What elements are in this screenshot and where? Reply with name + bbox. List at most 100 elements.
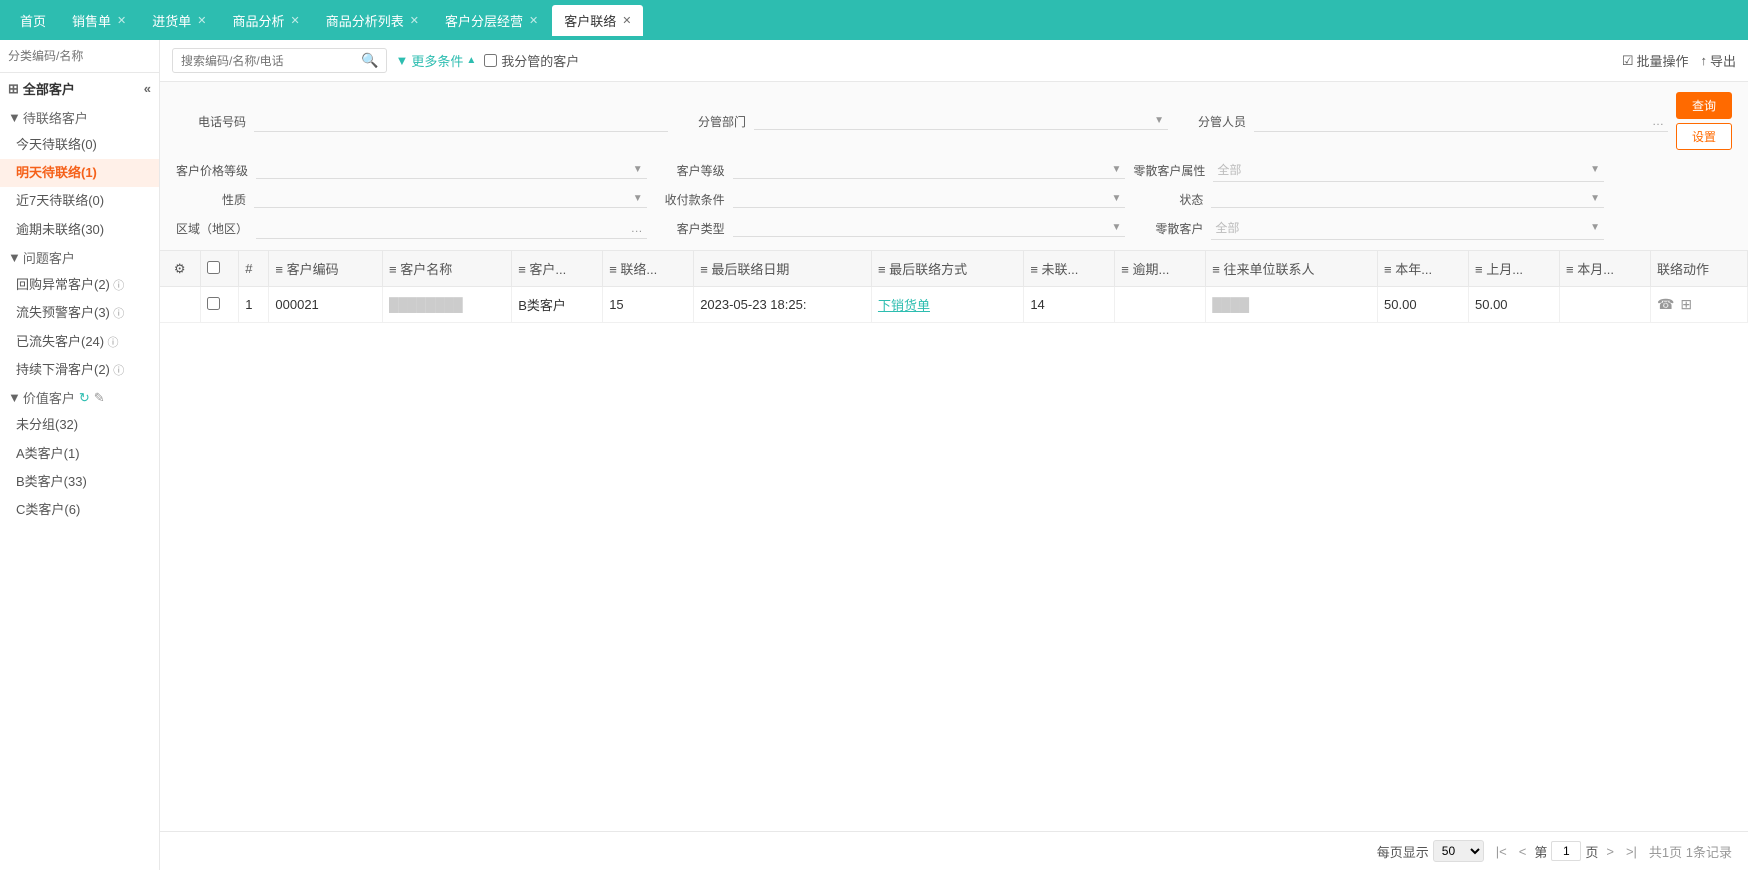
- nav-sales-order[interactable]: 销售单 ✕: [60, 5, 138, 36]
- setting-button[interactable]: 设置: [1676, 123, 1732, 150]
- sidebar-item-churn-warning[interactable]: 流失预警客户(3) ⓘ: [0, 299, 159, 327]
- sidebar-item-declining[interactable]: 持续下滑客户(2) ⓘ: [0, 356, 159, 384]
- retail-attr-select[interactable]: 全部 ▼: [1213, 158, 1604, 182]
- td-uncontacted: 14: [1024, 287, 1115, 323]
- nav-home[interactable]: 首页: [8, 5, 58, 36]
- th-last-contact-method[interactable]: ≡ 最后联络方式: [871, 251, 1023, 287]
- close-icon[interactable]: ✕: [117, 14, 126, 27]
- close-icon[interactable]: ✕: [197, 14, 206, 27]
- th-this-month[interactable]: ≡ 本月...: [1559, 251, 1650, 287]
- sidebar-item-churned[interactable]: 已流失客户(24) ⓘ: [0, 328, 159, 356]
- th-type[interactable]: ≡ 客户...: [512, 251, 603, 287]
- th-unit-contact[interactable]: ≡ 往来单位联系人: [1206, 251, 1378, 287]
- last-contact-link[interactable]: 下销货单: [878, 298, 930, 313]
- sidebar-search-input[interactable]: [8, 49, 160, 63]
- select-all-checkbox[interactable]: [207, 261, 220, 274]
- th-last-month[interactable]: ≡ 上月...: [1469, 251, 1560, 287]
- batch-operation-button[interactable]: ☑ 批量操作: [1622, 51, 1689, 70]
- nature-select[interactable]: ▼: [254, 190, 647, 208]
- prev-page-button[interactable]: <: [1515, 842, 1531, 861]
- payment-select[interactable]: ▼: [733, 190, 1126, 208]
- sidebar: 🔍 ⊞ 全部客户 « ▼ 待联络客户 今天待联络(0) 明天待联络(1) 近7天…: [0, 40, 160, 870]
- my-customers-checkbox-label[interactable]: 我分管的客户: [484, 51, 579, 70]
- first-page-button[interactable]: |<: [1492, 842, 1511, 861]
- th-overdue[interactable]: ≡ 逾期...: [1115, 251, 1206, 287]
- sidebar-item-today[interactable]: 今天待联络(0): [0, 131, 159, 159]
- sidebar-all-customers[interactable]: ⊞ 全部客户 «: [0, 73, 159, 104]
- search-icon[interactable]: 🔍: [361, 52, 378, 69]
- th-settings[interactable]: ⚙: [160, 251, 200, 287]
- td-this-month: [1559, 287, 1650, 323]
- filter-retail-customer: 零散客户 全部 ▼: [1133, 216, 1604, 240]
- phone-action-icon[interactable]: ☎: [1657, 296, 1674, 313]
- export-button[interactable]: ↑ 导出: [1700, 51, 1736, 70]
- nav-product-analysis[interactable]: 商品分析 ✕: [220, 5, 311, 36]
- sidebar-item-b-class[interactable]: B类客户(33): [0, 468, 159, 496]
- filter-status: 状态 ▼: [1133, 190, 1604, 208]
- info-icon: ⓘ: [113, 308, 124, 320]
- td-last-contact-method[interactable]: 下销货单: [871, 287, 1023, 323]
- filter-manager: 分管人员 …: [1176, 111, 1668, 132]
- close-icon[interactable]: ✕: [529, 14, 538, 27]
- filter-row-2: 客户价格等级 ▼ 客户等级 ▼ 零散客户属性 全部: [176, 158, 1732, 182]
- th-uncontacted[interactable]: ≡ 未联...: [1024, 251, 1115, 287]
- sidebar-item-7days[interactable]: 近7天待联络(0): [0, 187, 159, 215]
- info-icon: ⓘ: [107, 337, 118, 349]
- customer-type-select[interactable]: ▼: [733, 219, 1126, 237]
- sidebar-group-value[interactable]: ▼ 价值客户 ↻ ✎: [0, 384, 159, 411]
- collapse-icon[interactable]: «: [144, 81, 151, 96]
- chevron-down-icon: ▼: [1111, 222, 1121, 233]
- sidebar-item-ungrouped[interactable]: 未分组(32): [0, 411, 159, 439]
- search-input[interactable]: [181, 54, 361, 68]
- sidebar-item-abnormal[interactable]: 回购异常客户(2) ⓘ: [0, 271, 159, 299]
- status-select[interactable]: ▼: [1211, 190, 1604, 208]
- td-checkbox[interactable]: [200, 287, 239, 323]
- sidebar-item-a-class[interactable]: A类客户(1): [0, 440, 159, 468]
- query-button[interactable]: 查询: [1676, 92, 1732, 119]
- nav-product-analysis-list[interactable]: 商品分析列表 ✕: [314, 5, 431, 36]
- th-name[interactable]: ≡ 客户名称: [383, 251, 512, 287]
- more-filters-button[interactable]: ▼ 更多条件 ▲: [395, 51, 476, 70]
- retail-customer-select[interactable]: 全部 ▼: [1211, 216, 1604, 240]
- my-customers-checkbox[interactable]: [484, 54, 497, 67]
- row-checkbox[interactable]: [207, 297, 220, 310]
- nav-purchase-order[interactable]: 进货单 ✕: [140, 5, 218, 36]
- manager-input[interactable]: …: [1254, 111, 1668, 132]
- th-last-contact-date[interactable]: ≡ 最后联络日期: [694, 251, 872, 287]
- page-size-select[interactable]: 50 100 200: [1433, 840, 1484, 862]
- td-row-settings: [160, 287, 200, 323]
- sidebar-item-c-class[interactable]: C类客户(6): [0, 496, 159, 524]
- info-icon: ⓘ: [113, 365, 124, 377]
- ellipsis-icon[interactable]: …: [1652, 114, 1664, 128]
- customer-level-select[interactable]: ▼: [733, 161, 1126, 179]
- toolbar: 🔍 ▼ 更多条件 ▲ 我分管的客户 ☑ 批量操作 ↑ 导出: [160, 40, 1748, 82]
- th-this-year[interactable]: ≡ 本年...: [1378, 251, 1469, 287]
- td-unit-contact: ████: [1206, 287, 1378, 323]
- next-page-button[interactable]: >: [1602, 842, 1618, 861]
- td-code: 000021: [269, 287, 383, 323]
- sidebar-item-tomorrow[interactable]: 明天待联络(1): [0, 159, 159, 187]
- phone-input[interactable]: [254, 111, 668, 132]
- ellipsis-icon[interactable]: …: [631, 221, 643, 235]
- th-contact[interactable]: ≡ 联络...: [603, 251, 694, 287]
- th-code[interactable]: ≡ 客户编码: [269, 251, 383, 287]
- sidebar-item-overdue[interactable]: 逾期未联络(30): [0, 216, 159, 244]
- price-level-select[interactable]: ▼: [256, 161, 647, 179]
- close-icon[interactable]: ✕: [410, 14, 419, 27]
- page-input[interactable]: [1551, 841, 1581, 861]
- sidebar-search-wrap: 🔍: [0, 40, 159, 73]
- close-icon[interactable]: ✕: [622, 14, 631, 27]
- nav-customer-contact[interactable]: 客户联络 ✕: [552, 5, 643, 36]
- region-select[interactable]: …: [256, 218, 647, 239]
- sidebar-group-problem[interactable]: ▼ 问题客户: [0, 244, 159, 271]
- close-icon[interactable]: ✕: [291, 14, 300, 27]
- th-checkbox[interactable]: [200, 251, 239, 287]
- nav-customer-segmentation[interactable]: 客户分层经营 ✕: [433, 5, 550, 36]
- sidebar-group-pending[interactable]: ▼ 待联络客户: [0, 104, 159, 131]
- grid-action-icon[interactable]: ⊞: [1680, 296, 1692, 313]
- refresh-icon[interactable]: ↻: [79, 390, 90, 406]
- dept-select[interactable]: ▼: [754, 112, 1168, 130]
- filter-price-level: 客户价格等级 ▼: [176, 161, 647, 179]
- last-page-button[interactable]: >|: [1622, 842, 1641, 861]
- edit-icon[interactable]: ✎: [94, 390, 105, 406]
